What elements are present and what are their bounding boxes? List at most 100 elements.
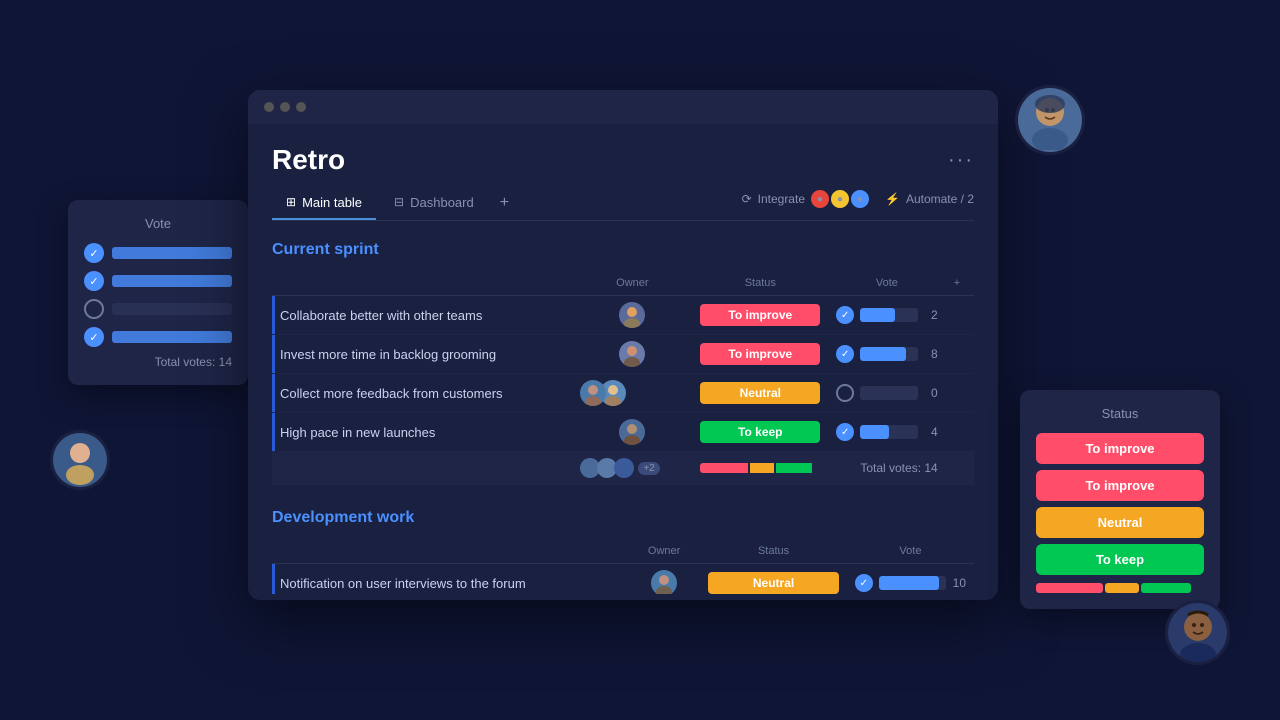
- int-icon-3: ●: [851, 190, 869, 208]
- summary-row: +2 Total votes: 14: [272, 452, 974, 485]
- row-label: High pace in new launches: [272, 413, 572, 452]
- status-panel-title: Status: [1036, 406, 1204, 421]
- vote-check-4[interactable]: ✓: [84, 327, 104, 347]
- status-panel-improve-2: To improve: [1036, 470, 1204, 501]
- status-bar-keep: [1141, 583, 1191, 593]
- summary-bar-keep: [776, 463, 812, 473]
- status-badge: Neutral: [700, 382, 820, 404]
- tab-add-button[interactable]: +: [492, 186, 517, 220]
- integration-icons: ● ● ●: [811, 190, 869, 208]
- row-label: Collect more feedback from customers: [272, 374, 572, 413]
- status-badge: To keep: [700, 421, 820, 443]
- status-cell: To keep: [692, 413, 828, 452]
- vote-row: ✓: [84, 243, 232, 263]
- col-owner-1: Owner: [572, 271, 692, 296]
- row-action: [946, 413, 974, 452]
- vote-bar-1: [112, 247, 232, 259]
- table-row: Invest more time in backlog grooming To …: [272, 335, 974, 374]
- vote-cell: ✓ 10: [847, 564, 974, 594]
- traffic-light-2[interactable]: [280, 102, 290, 112]
- vote-count: 4: [924, 425, 938, 439]
- dev-work-table: Owner Status Vote Notification on user i…: [272, 539, 974, 594]
- tab-dashboard-label: Dashboard: [410, 195, 474, 210]
- status-badge: To improve: [700, 304, 820, 326]
- vote-cell: ✓ 2: [828, 296, 946, 335]
- vote-checkbox[interactable]: ✓: [836, 423, 854, 441]
- row-label: Notification on user interviews to the f…: [272, 564, 628, 594]
- vote-bar-container: [879, 576, 946, 590]
- tab-main-table-label: Main table: [302, 195, 362, 210]
- vote-checkbox[interactable]: ✓: [855, 574, 873, 592]
- avatar-cell: [572, 335, 692, 374]
- avatar-cell: [572, 296, 692, 335]
- vote-count: 10: [952, 576, 966, 590]
- vote-checkbox[interactable]: ✓: [836, 345, 854, 363]
- app-header: Retro ···: [272, 124, 974, 186]
- summary-action: [946, 452, 974, 485]
- avatar-bottom-left: [50, 430, 110, 490]
- status-bar-neutral: [1105, 583, 1139, 593]
- section-development-work: Development work: [272, 509, 974, 527]
- traffic-light-3[interactable]: [296, 102, 306, 112]
- vote-bar: [860, 308, 895, 322]
- tab-main-table[interactable]: ⊞ Main table: [272, 187, 376, 220]
- int-icon-1: ●: [811, 190, 829, 208]
- app-title: Retro: [272, 144, 345, 176]
- status-panel: Status To improve To improve Neutral To …: [1020, 390, 1220, 609]
- status-badge: To improve: [700, 343, 820, 365]
- col-item-dev: [272, 539, 628, 564]
- status-cell: To improve: [692, 296, 828, 335]
- vote-bar-container: [860, 386, 918, 400]
- avatar-cell: [572, 413, 692, 452]
- table-row: High pace in new launches To keep ✓: [272, 413, 974, 452]
- vote-panel-total: Total votes: 14: [84, 355, 232, 369]
- row-label: Collaborate better with other teams: [272, 296, 572, 335]
- vote-row: ✓: [84, 271, 232, 291]
- row-action: [946, 335, 974, 374]
- col-item: [272, 271, 572, 296]
- automate-label: Automate / 2: [906, 192, 974, 206]
- table-row: Collaborate better with other teams To i…: [272, 296, 974, 335]
- col-add-1[interactable]: +: [946, 271, 974, 296]
- vote-checkbox-empty[interactable]: [836, 384, 854, 402]
- integrate-button[interactable]: ⟳ Integrate ● ● ●: [742, 190, 869, 208]
- automate-button[interactable]: ⚡ Automate / 2: [885, 192, 974, 206]
- traffic-light-1[interactable]: [264, 102, 274, 112]
- vote-check-3[interactable]: [84, 299, 104, 319]
- summary-avatars-cell: +2: [572, 452, 692, 485]
- summary-bar-improve: [700, 463, 748, 473]
- integrate-label: Integrate: [758, 192, 805, 206]
- vote-panel-title: Vote: [84, 216, 232, 231]
- status-cell: Neutral: [692, 374, 828, 413]
- avatar-top-right: [1015, 85, 1085, 155]
- status-cell: Neutral: [700, 564, 847, 594]
- vote-check-2[interactable]: ✓: [84, 271, 104, 291]
- window-content: Retro ··· ⊞ Main table ⊟ Dashboard + ⟳ I…: [248, 124, 998, 594]
- summary-badge: +2: [638, 462, 659, 475]
- avatar: [651, 570, 677, 594]
- status-panel-bar: [1036, 583, 1204, 593]
- section-current-sprint: Current sprint: [272, 241, 974, 259]
- vote-bar: [860, 347, 906, 361]
- row-label: Invest more time in backlog grooming: [272, 335, 572, 374]
- vote-count: 2: [924, 308, 938, 322]
- row-action: [946, 374, 974, 413]
- tab-dashboard[interactable]: ⊟ Dashboard: [380, 187, 488, 220]
- col-status-1: Status: [692, 271, 828, 296]
- int-icon-2: ●: [831, 190, 849, 208]
- header-menu-dots[interactable]: ···: [948, 149, 974, 172]
- status-badge: Neutral: [708, 572, 839, 594]
- vote-check-1[interactable]: ✓: [84, 243, 104, 263]
- vote-checkbox[interactable]: ✓: [836, 306, 854, 324]
- col-status-dev: Status: [700, 539, 847, 564]
- summary-avatar: [614, 458, 634, 478]
- automate-icon: ⚡: [885, 192, 900, 206]
- avatar: [619, 419, 645, 445]
- main-window: Retro ··· ⊞ Main table ⊟ Dashboard + ⟳ I…: [248, 90, 998, 600]
- tabs-bar: ⊞ Main table ⊟ Dashboard + ⟳ Integrate ●…: [272, 186, 974, 221]
- vote-bar-container: [860, 425, 918, 439]
- avatar-cell: [628, 564, 700, 594]
- vote-bar: [860, 425, 889, 439]
- vote-row: [84, 299, 232, 319]
- summary-bar-cell: [692, 452, 828, 485]
